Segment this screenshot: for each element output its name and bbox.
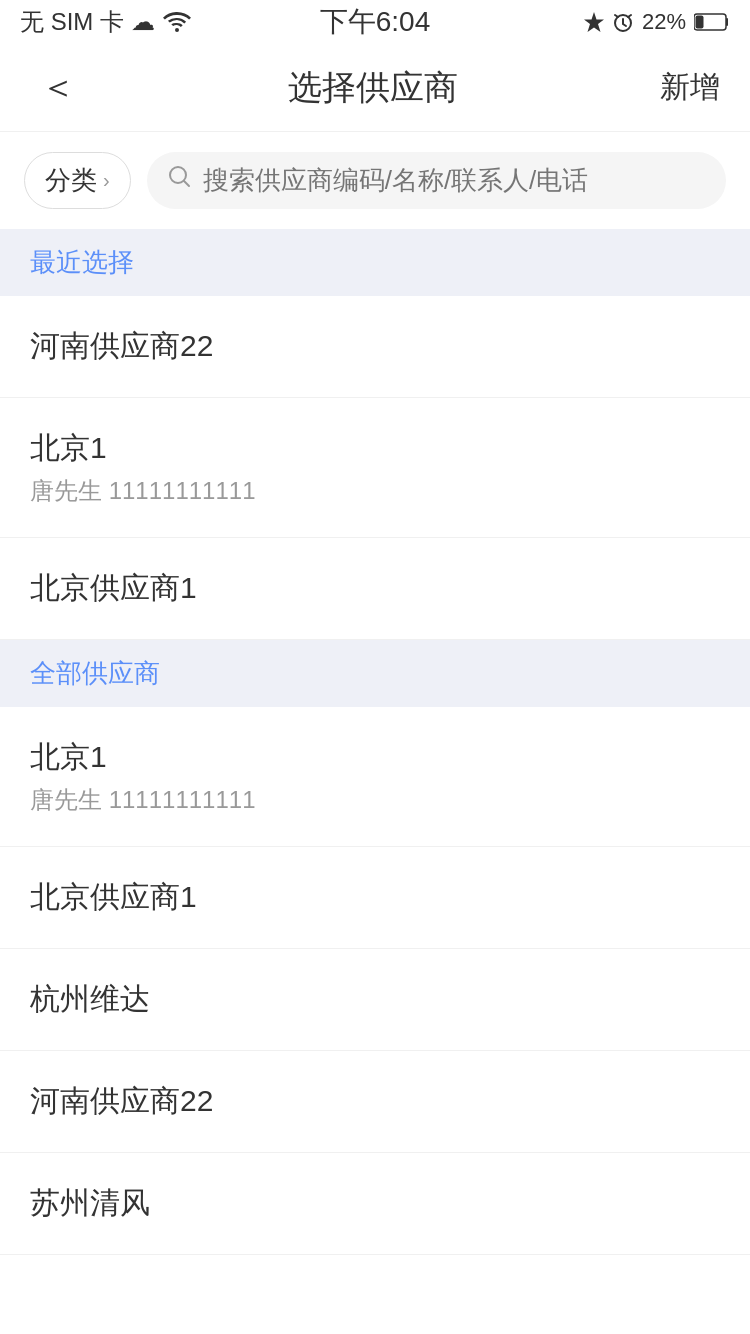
alarm-icon — [612, 11, 634, 33]
list-item[interactable]: 北京1 唐先生 11111111111 — [0, 707, 750, 847]
item-name: 河南供应商22 — [30, 1081, 720, 1122]
item-name: 苏州清风 — [30, 1183, 720, 1224]
category-label: 分类 — [45, 163, 97, 198]
list-item[interactable]: 北京供应商1 — [0, 538, 750, 640]
item-sub: 唐先生 11111111111 — [30, 475, 720, 507]
item-name: 北京供应商1 — [30, 568, 720, 609]
category-button[interactable]: 分类 › — [24, 152, 131, 209]
status-bar: 无 SIM 卡 ☁ 下午6:04 22% — [0, 0, 750, 44]
item-name: 北京1 — [30, 737, 720, 778]
wifi-icon — [163, 12, 191, 32]
page-title: 选择供应商 — [288, 65, 458, 111]
nav-bar: ＜ 选择供应商 新增 — [0, 44, 750, 132]
search-wrapper — [147, 152, 726, 209]
recent-items-list: 河南供应商22 北京1 唐先生 11111111111 北京供应商1 — [0, 296, 750, 640]
item-name: 河南供应商22 — [30, 326, 720, 367]
chevron-right-icon: › — [103, 169, 110, 192]
status-right: 22% — [584, 9, 730, 35]
list-item[interactable]: 河南供应商22 — [0, 1051, 750, 1153]
item-name: 北京供应商1 — [30, 877, 720, 918]
list-item[interactable]: 苏州清风 — [0, 1153, 750, 1255]
status-time: 下午6:04 — [320, 3, 431, 41]
search-input[interactable] — [203, 165, 706, 196]
item-sub: 唐先生 11111111111 — [30, 784, 720, 816]
svg-rect-2 — [696, 16, 704, 29]
search-bar: 分类 › — [0, 132, 750, 229]
battery-label: 22% — [642, 9, 686, 35]
list-item[interactable]: 北京供应商1 — [0, 847, 750, 949]
all-items-list: 北京1 唐先生 11111111111 北京供应商1 杭州维达 河南供应商22 … — [0, 707, 750, 1255]
recent-section-header: 最近选择 — [0, 229, 750, 296]
all-section-header: 全部供应商 — [0, 640, 750, 707]
battery-icon — [694, 13, 730, 31]
add-button[interactable]: 新增 — [660, 67, 720, 108]
sim-label: 无 SIM 卡 ☁ — [20, 6, 155, 38]
search-icon — [167, 164, 193, 197]
list-item[interactable]: 北京1 唐先生 11111111111 — [0, 398, 750, 538]
status-left: 无 SIM 卡 ☁ — [20, 6, 191, 38]
item-name: 杭州维达 — [30, 979, 720, 1020]
back-button[interactable]: ＜ — [30, 53, 86, 122]
list-item[interactable]: 河南供应商22 — [0, 296, 750, 398]
list-item[interactable]: 杭州维达 — [0, 949, 750, 1051]
all-section-label: 全部供应商 — [30, 658, 160, 688]
recent-section-label: 最近选择 — [30, 247, 134, 277]
location-icon — [584, 12, 604, 32]
item-name: 北京1 — [30, 428, 720, 469]
